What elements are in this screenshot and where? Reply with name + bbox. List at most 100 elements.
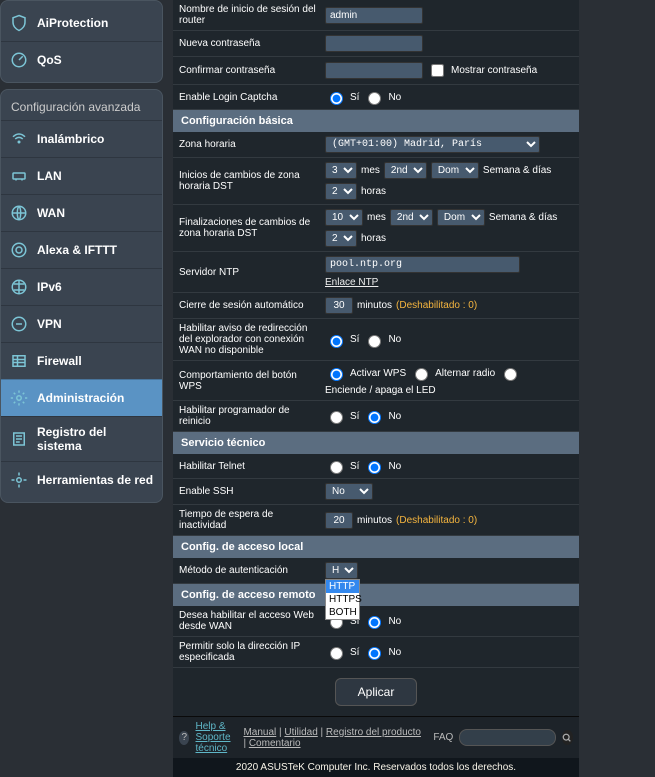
label-router-login: Nombre de inicio de sesión del router <box>179 4 319 26</box>
sidebar-item-nettools[interactable]: Herramientas de red <box>1 461 162 498</box>
nav-label: IPv6 <box>37 280 62 294</box>
advanced-title: Configuración avanzada <box>1 94 162 120</box>
radio-webwan-no[interactable] <box>368 616 381 629</box>
label-idle-timeout: Tiempo de espera de inactividad <box>179 509 319 531</box>
faq-label: FAQ <box>433 732 453 743</box>
section-remote-access: Config. de acceso remoto <box>173 584 579 606</box>
link-help-tech[interactable]: Help & Soporte técnico <box>195 721 237 754</box>
ipv6-icon <box>9 277 29 297</box>
select-dst-start-week[interactable]: 2nd <box>384 162 427 179</box>
radio-reboot-no[interactable] <box>368 411 381 424</box>
label-auto-logout: Cierre de sesión automático <box>179 300 319 311</box>
gear-icon <box>9 388 29 408</box>
label-show-password: Mostrar contraseña <box>451 65 537 76</box>
auth-option-http[interactable]: HTTP <box>326 580 359 593</box>
radio-redirect-yes[interactable] <box>330 335 343 348</box>
label-auth-method: Método de autenticación <box>179 565 319 576</box>
sidebar-item-systemlog[interactable]: Registro del sistema <box>1 416 162 461</box>
label-wps-behavior: Comportamiento del botón WPS <box>179 370 319 392</box>
vpn-icon <box>9 314 29 334</box>
radio-wps-led[interactable] <box>504 368 517 381</box>
label-new-password: Nueva contraseña <box>179 38 319 49</box>
radio-wps-altradio[interactable] <box>415 368 428 381</box>
label-allow-only-ip: Permitir solo la dirección IP especifica… <box>179 641 319 663</box>
label-enable-captcha: Enable Login Captcha <box>179 92 319 103</box>
footer-links: Manual | Utilidad | Registro del product… <box>243 727 421 749</box>
sidebar-item-wan[interactable]: WAN <box>1 194 162 231</box>
radio-redirect-no[interactable] <box>368 335 381 348</box>
faq-search-input[interactable] <box>459 729 555 746</box>
sidebar-item-firewall[interactable]: Firewall <box>1 342 162 379</box>
input-ntp-server[interactable] <box>325 256 520 273</box>
label-enable-ssh: Enable SSH <box>179 486 319 497</box>
nav-label: QoS <box>37 53 62 67</box>
input-router-login[interactable] <box>325 7 423 24</box>
help-icon: ? <box>179 731 189 745</box>
label-enable-web-wan: Desea habilitar el acceso Web desde WAN <box>179 610 319 632</box>
radio-telnet-yes[interactable] <box>330 461 343 474</box>
input-auto-logout[interactable] <box>325 297 353 314</box>
link-manual[interactable]: Manual <box>243 727 276 738</box>
nav-label: WAN <box>37 206 65 220</box>
radio-captcha-no[interactable] <box>368 92 381 105</box>
apply-button[interactable]: Aplicar <box>335 678 418 706</box>
section-basic-config: Configuración básica <box>173 110 579 132</box>
log-icon <box>9 429 29 449</box>
nav-label: Administración <box>37 391 124 405</box>
firewall-icon <box>9 351 29 371</box>
sidebar-item-vpn[interactable]: VPN <box>1 305 162 342</box>
label-dst-end: Finalizaciones de cambios de zona horari… <box>179 217 319 239</box>
sidebar-item-aiprotection[interactable]: AiProtection <box>1 5 162 41</box>
alexa-icon <box>9 240 29 260</box>
label-enable-telnet: Habilitar Telnet <box>179 461 319 472</box>
nav-label: Alexa & IFTTT <box>37 243 117 257</box>
label-reboot-scheduler: Habilitar programador de reinicio <box>179 405 319 427</box>
select-dst-end-hour[interactable]: 2 <box>325 230 357 247</box>
select-timezone[interactable]: (GMT+01:00) Madrid, París <box>325 136 540 153</box>
link-ntp[interactable]: Enlace NTP <box>325 277 378 288</box>
label-timezone: Zona horaria <box>179 139 319 150</box>
wifi-icon <box>9 129 29 149</box>
sidebar-item-lan[interactable]: LAN <box>1 157 162 194</box>
nav-label: Firewall <box>37 354 82 368</box>
input-new-password[interactable] <box>325 35 423 52</box>
auth-option-https[interactable]: HTTPS <box>326 593 359 606</box>
select-dst-start-day[interactable]: Dom <box>431 162 479 179</box>
sidebar-item-alexa[interactable]: Alexa & IFTTT <box>1 231 162 268</box>
input-idle-timeout[interactable] <box>325 512 353 529</box>
checkbox-show-password[interactable] <box>431 64 444 77</box>
gauge-icon <box>9 50 29 70</box>
select-ssh[interactable]: No <box>325 483 373 500</box>
search-icon[interactable] <box>562 730 573 745</box>
input-confirm-password[interactable] <box>325 62 423 79</box>
link-comment[interactable]: Comentario <box>249 738 301 749</box>
label-ntp-server: Servidor NTP <box>179 267 319 278</box>
radio-reboot-yes[interactable] <box>330 411 343 424</box>
globe-icon <box>9 203 29 223</box>
select-dst-end-day[interactable]: Dom <box>437 209 485 226</box>
shield-icon <box>9 13 29 33</box>
sidebar-item-administration[interactable]: Administración <box>1 379 162 416</box>
select-dst-end-month[interactable]: 10 <box>325 209 363 226</box>
sidebar-item-qos[interactable]: QoS <box>1 41 162 78</box>
auth-option-both[interactable]: BOTH <box>326 606 359 619</box>
nav-label: AiProtection <box>37 16 108 30</box>
radio-captcha-yes[interactable] <box>330 92 343 105</box>
radio-wps-activate[interactable] <box>330 368 343 381</box>
radio-onlyip-yes[interactable] <box>330 647 343 660</box>
radio-telnet-no[interactable] <box>368 461 381 474</box>
nav-label: Herramientas de red <box>37 473 153 487</box>
select-dst-start-month[interactable]: 3 <box>325 162 357 179</box>
select-dst-end-week[interactable]: 2nd <box>390 209 433 226</box>
sidebar-item-wireless[interactable]: Inalámbrico <box>1 120 162 157</box>
label-dst-start: Inicios de cambios de zona horaria DST <box>179 170 319 192</box>
link-prod-reg[interactable]: Registro del producto <box>326 727 421 738</box>
sidebar-item-ipv6[interactable]: IPv6 <box>1 268 162 305</box>
section-local-access: Config. de acceso local <box>173 536 579 558</box>
select-dst-start-hour[interactable]: 2 <box>325 183 357 200</box>
link-utility[interactable]: Utilidad <box>284 727 317 738</box>
radio-onlyip-no[interactable] <box>368 647 381 660</box>
section-service: Servicio técnico <box>173 432 579 454</box>
select-auth-method[interactable]: HTTP <box>325 562 358 579</box>
nav-label: VPN <box>37 317 62 331</box>
